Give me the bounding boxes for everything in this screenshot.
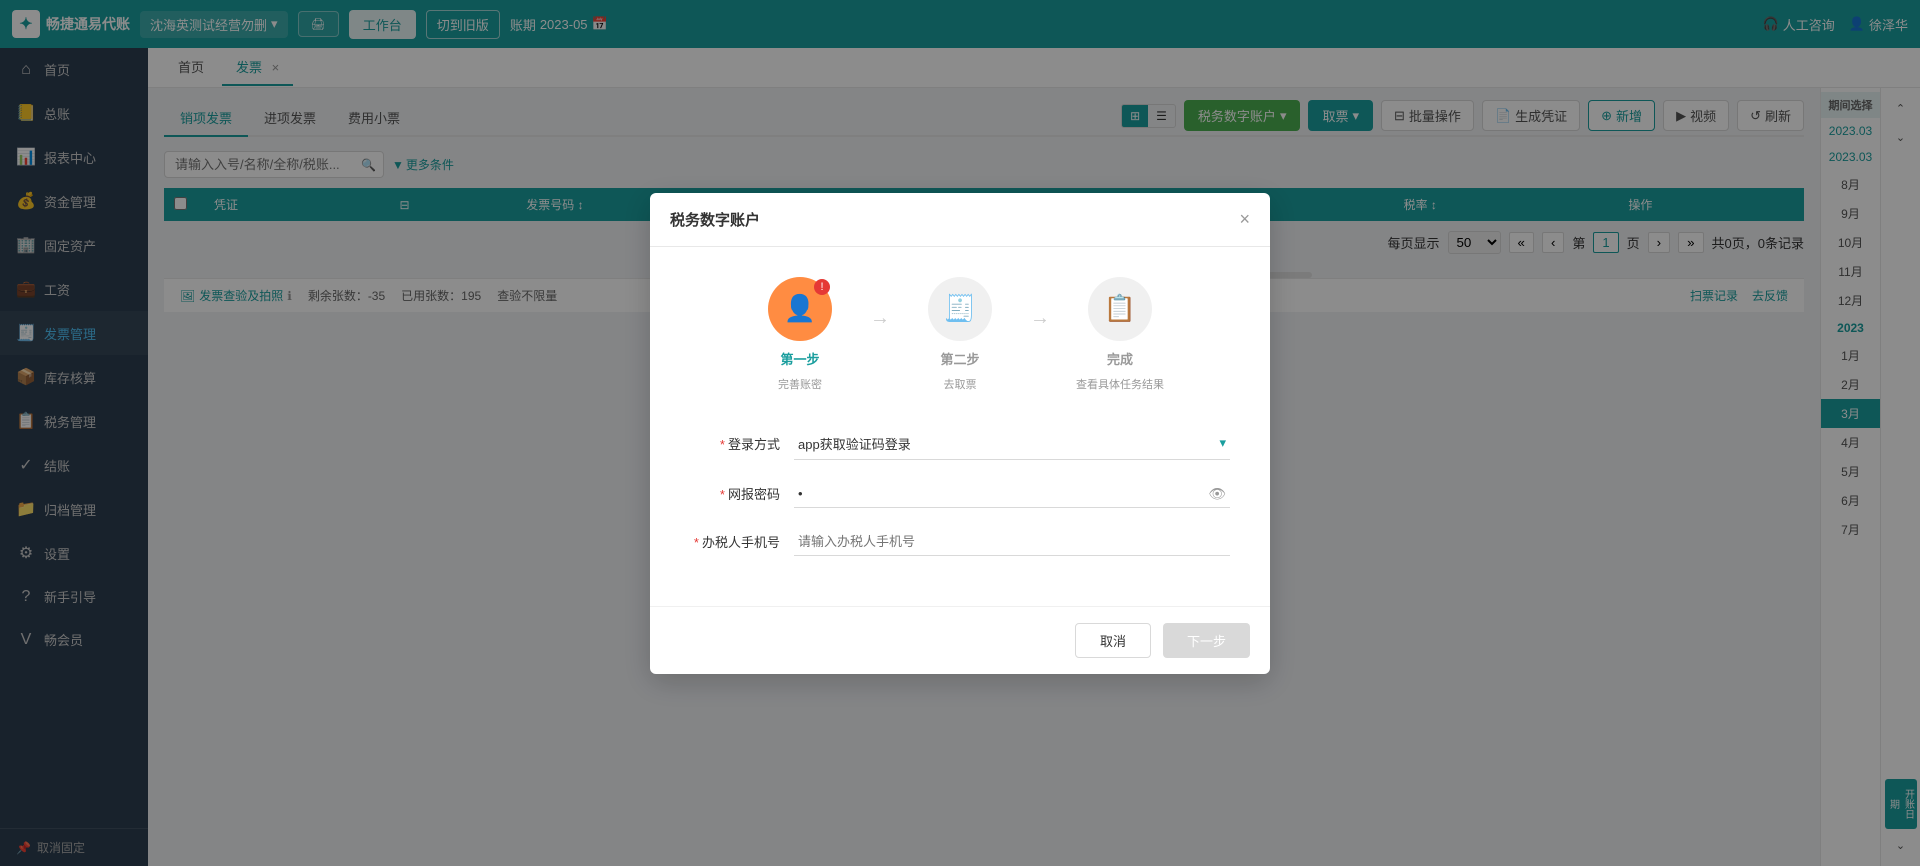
step-2: 🧾 第二步 去取票 — [890, 277, 1030, 392]
modal-header: 税务数字账户 × — [650, 193, 1270, 247]
step-2-circle: 🧾 — [928, 277, 992, 341]
step-arrow-2: → — [1030, 307, 1050, 330]
step-3-desc: 查看具体任务结果 — [1076, 376, 1164, 392]
password-input[interactable] — [794, 480, 1230, 508]
modal-body: 👤 ! 第一步 完善账密 → 🧾 第二步 去取票 → — [650, 247, 1270, 606]
modal-overlay: 税务数字账户 × 👤 ! 第一步 完善账密 → — [0, 0, 1920, 866]
step-3: 📋 完成 查看具体任务结果 — [1050, 277, 1190, 392]
login-method-row: 登录方式 app获取验证码登录 ▾ — [690, 428, 1230, 460]
step-2-icon: 🧾 — [944, 293, 976, 324]
select-arrow-icon: ▾ — [1219, 435, 1226, 451]
step-1: 👤 ! 第一步 完善账密 — [730, 277, 870, 392]
password-eye-icon[interactable]: 👁 — [1208, 485, 1226, 502]
step-2-label: 第二步 — [940, 349, 979, 368]
step-3-circle: 📋 — [1088, 277, 1152, 341]
step-1-desc: 完善账密 — [778, 376, 822, 392]
step-arrow-1: → — [870, 307, 890, 330]
cancel-button[interactable]: 取消 — [1075, 623, 1151, 658]
phone-row: 办税人手机号 — [690, 528, 1230, 556]
next-step-button[interactable]: 下一步 — [1163, 623, 1250, 658]
step-1-error-dot: ! — [814, 279, 830, 295]
modal-close-button[interactable]: × — [1239, 209, 1250, 230]
step-1-icon: 👤 — [784, 293, 816, 324]
phone-label: 办税人手机号 — [690, 532, 780, 551]
modal-footer: 取消 下一步 — [650, 606, 1270, 674]
phone-input[interactable] — [794, 528, 1230, 556]
login-method-label: 登录方式 — [690, 434, 780, 453]
step-2-desc: 去取票 — [944, 376, 977, 392]
step-1-circle: 👤 ! — [768, 277, 832, 341]
tax-digital-modal: 税务数字账户 × 👤 ! 第一步 完善账密 → — [650, 193, 1270, 674]
password-field-wrapper: 👁 — [794, 480, 1230, 508]
modal-title: 税务数字账户 — [670, 209, 760, 230]
steps-container: 👤 ! 第一步 完善账密 → 🧾 第二步 去取票 → — [690, 277, 1230, 392]
step-3-label: 完成 — [1107, 349, 1133, 368]
login-method-select[interactable]: app获取验证码登录 ▾ — [794, 428, 1230, 460]
password-label: 网报密码 — [690, 484, 780, 503]
step-1-label: 第一步 — [780, 349, 819, 368]
step-3-icon: 📋 — [1104, 293, 1136, 324]
password-row: 网报密码 👁 — [690, 480, 1230, 508]
